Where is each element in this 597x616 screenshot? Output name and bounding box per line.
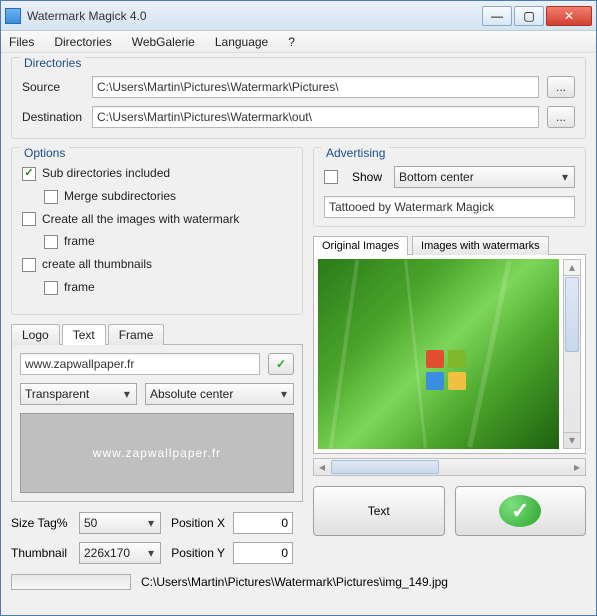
frame1-label: frame bbox=[64, 234, 95, 248]
status-path: C:\Users\Martin\Pictures\Watermark\Pictu… bbox=[141, 575, 448, 589]
menu-webgalerie[interactable]: WebGalerie bbox=[132, 35, 195, 49]
ad-position-combo[interactable]: Bottom center bbox=[394, 166, 575, 188]
sizetag-label: Size Tag% bbox=[11, 516, 71, 530]
menu-language[interactable]: Language bbox=[215, 35, 268, 49]
merge-label: Merge subdirectories bbox=[64, 189, 176, 203]
thumbnail-combo[interactable]: 226x170 bbox=[79, 542, 161, 564]
watermark-tabs: Logo Text Frame bbox=[11, 324, 303, 345]
position-combo[interactable]: Absolute center bbox=[145, 383, 294, 405]
checkmark-icon: ✓ bbox=[499, 495, 541, 527]
close-button[interactable]: ✕ bbox=[546, 6, 592, 26]
createall-wm-checkbox[interactable] bbox=[22, 212, 36, 226]
menu-help[interactable]: ? bbox=[288, 35, 295, 49]
destination-label: Destination bbox=[22, 110, 84, 124]
titlebar[interactable]: Watermark Magick 4.0 — ▢ ✕ bbox=[1, 1, 596, 31]
show-ad-label: Show bbox=[352, 170, 386, 184]
createall-thumb-checkbox[interactable] bbox=[22, 258, 36, 272]
thumbnail-label: Thumbnail bbox=[11, 546, 71, 560]
createall-wm-label: Create all the images with watermark bbox=[42, 212, 239, 226]
ad-text-input[interactable] bbox=[324, 196, 575, 218]
options-legend: Options bbox=[20, 146, 69, 160]
posy-input[interactable] bbox=[233, 542, 293, 564]
run-button[interactable]: ✓ bbox=[455, 486, 587, 536]
posx-label: Position X bbox=[169, 516, 225, 530]
preview-hscrollbar[interactable]: ◂▸ bbox=[313, 458, 586, 476]
progress-bar bbox=[11, 574, 131, 590]
bgmode-value: Transparent bbox=[25, 387, 89, 401]
apply-text-button[interactable]: ✓ bbox=[268, 353, 294, 375]
source-input[interactable] bbox=[92, 76, 539, 98]
tab-text[interactable]: Text bbox=[62, 324, 106, 345]
maximize-button[interactable]: ▢ bbox=[514, 6, 544, 26]
destination-input[interactable] bbox=[92, 106, 539, 128]
window-title: Watermark Magick 4.0 bbox=[27, 9, 482, 23]
preview-vscrollbar[interactable]: ▴▾ bbox=[563, 259, 581, 449]
app-window: Watermark Magick 4.0 — ▢ ✕ Files Directo… bbox=[0, 0, 597, 616]
app-icon bbox=[5, 8, 21, 24]
tab-logo[interactable]: Logo bbox=[11, 324, 60, 345]
position-value: Absolute center bbox=[150, 387, 233, 401]
advertising-group: Advertising Show Bottom center bbox=[313, 147, 586, 227]
watermark-preview: www.zapwallpaper.fr bbox=[20, 413, 294, 493]
frame2-label: frame bbox=[64, 280, 95, 294]
createall-thumb-label: create all thumbnails bbox=[42, 257, 152, 271]
posx-input[interactable] bbox=[233, 512, 293, 534]
sizetag-value: 50 bbox=[84, 516, 97, 530]
subdirs-checkbox[interactable] bbox=[22, 167, 36, 181]
tab-frame[interactable]: Frame bbox=[108, 324, 165, 345]
tab-images-watermarked[interactable]: Images with watermarks bbox=[412, 236, 549, 255]
tab-original-images[interactable]: Original Images bbox=[313, 236, 408, 255]
image-tabs: Original Images Images with watermarks bbox=[313, 236, 586, 255]
menu-directories[interactable]: Directories bbox=[54, 35, 111, 49]
sizetag-combo[interactable]: 50 bbox=[79, 512, 161, 534]
watermark-text-input[interactable] bbox=[20, 353, 260, 375]
options-group: Options Sub directories included Merge s… bbox=[11, 147, 303, 315]
posy-label: Position Y bbox=[169, 546, 225, 560]
advertising-legend: Advertising bbox=[322, 146, 389, 160]
image-preview-panel: ▴▾ bbox=[313, 254, 586, 454]
frame2-checkbox[interactable] bbox=[44, 281, 58, 295]
thumbnail-value: 226x170 bbox=[84, 546, 130, 560]
ad-position-value: Bottom center bbox=[399, 170, 474, 184]
show-ad-checkbox[interactable] bbox=[324, 170, 338, 184]
text-button[interactable]: Text bbox=[313, 486, 445, 536]
frame1-checkbox[interactable] bbox=[44, 235, 58, 249]
merge-checkbox[interactable] bbox=[44, 190, 58, 204]
statusbar: C:\Users\Martin\Pictures\Watermark\Pictu… bbox=[1, 570, 596, 594]
preview-image[interactable] bbox=[318, 259, 559, 449]
menubar: Files Directories WebGalerie Language ? bbox=[1, 31, 596, 53]
text-button-label: Text bbox=[368, 504, 390, 518]
windows-logo-icon bbox=[426, 350, 466, 390]
preview-text: www.zapwallpaper.fr bbox=[93, 446, 221, 460]
minimize-button[interactable]: — bbox=[482, 6, 512, 26]
menu-files[interactable]: Files bbox=[9, 35, 34, 49]
watermark-panel: ✓ Transparent Absolute center www.zapwal… bbox=[11, 344, 303, 502]
source-browse-button[interactable]: ... bbox=[547, 76, 575, 98]
directories-legend: Directories bbox=[20, 56, 85, 70]
source-label: Source bbox=[22, 80, 84, 94]
bgmode-combo[interactable]: Transparent bbox=[20, 383, 137, 405]
destination-browse-button[interactable]: ... bbox=[547, 106, 575, 128]
subdirs-label: Sub directories included bbox=[42, 166, 170, 180]
directories-group: Directories Source ... Destination ... bbox=[11, 57, 586, 139]
